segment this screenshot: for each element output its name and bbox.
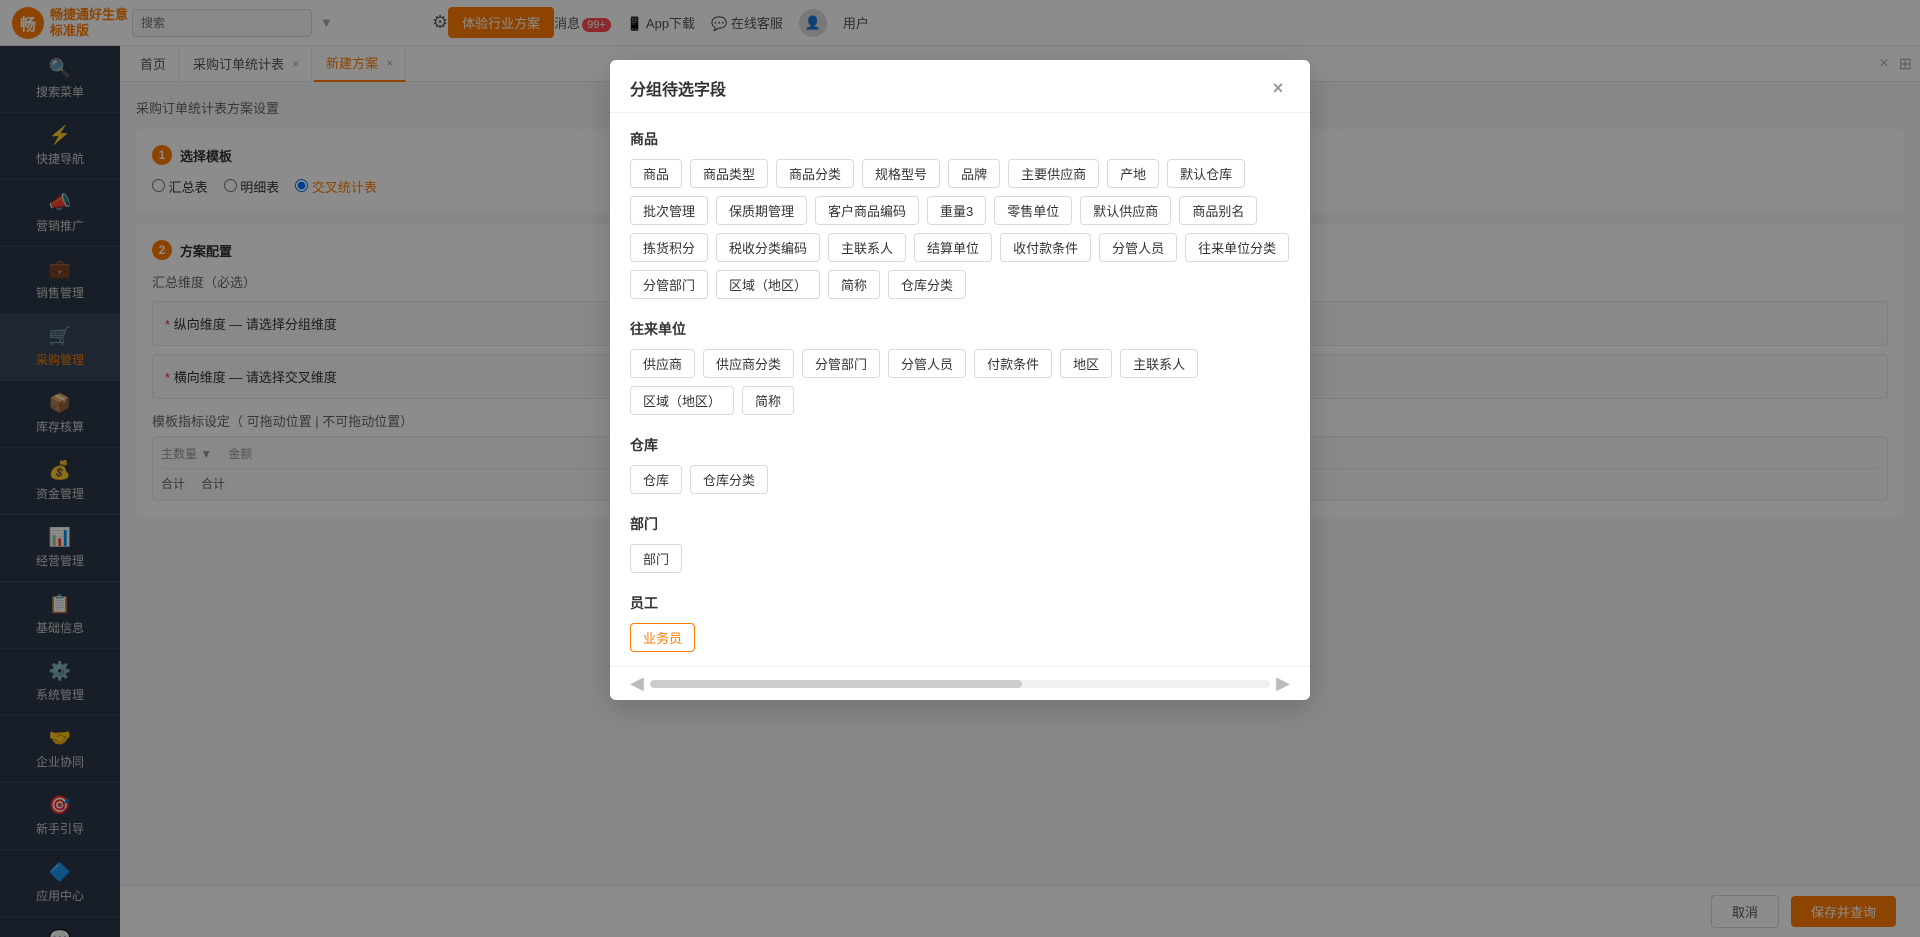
section-counterpart: 往来单位 供应商 供应商分类 分管部门 分管人员 付款条件 地区 主联系人 区域… [630, 319, 1290, 415]
field-payment-cond[interactable]: 付款条件 [974, 349, 1052, 378]
section-dept: 部门 部门 [630, 514, 1290, 573]
section-product: 商品 商品 商品类型 商品分类 规格型号 品牌 主要供应商 产地 默认仓库 批次… [630, 129, 1290, 299]
field-dept-manage[interactable]: 分管部门 [630, 270, 708, 299]
modal-field-select: 分组待选字段 × 商品 商品 商品类型 商品分类 规格型号 品牌 主要供应商 产… [610, 60, 1310, 700]
field-warehouse[interactable]: 仓库 [630, 465, 682, 494]
section-warehouse: 仓库 仓库 仓库分类 [630, 435, 1290, 494]
field-abbr-product[interactable]: 简称 [828, 270, 880, 299]
field-product[interactable]: 商品 [630, 159, 682, 188]
field-manager[interactable]: 分管人员 [1099, 233, 1177, 262]
field-brand[interactable]: 品牌 [948, 159, 1000, 188]
field-payment-terms[interactable]: 收付款条件 [1000, 233, 1091, 262]
field-batch-mgmt[interactable]: 批次管理 [630, 196, 708, 225]
horizontal-scrollbar[interactable] [650, 680, 1270, 688]
section-warehouse-fields: 仓库 仓库分类 [630, 465, 1290, 494]
field-main-supplier[interactable]: 主要供应商 [1008, 159, 1099, 188]
field-area[interactable]: 地区 [1060, 349, 1112, 378]
field-origin[interactable]: 产地 [1107, 159, 1159, 188]
field-counterpart-category[interactable]: 往来单位分类 [1185, 233, 1289, 262]
field-region-product[interactable]: 区域（地区） [716, 270, 820, 299]
section-employee-fields: 业务员 [630, 623, 1290, 652]
modal-scrollbar-area: ◀ ▶ [610, 666, 1310, 700]
field-product-category[interactable]: 商品分类 [776, 159, 854, 188]
section-warehouse-title: 仓库 [630, 435, 1290, 455]
section-counterpart-title: 往来单位 [630, 319, 1290, 339]
section-dept-fields: 部门 [630, 544, 1290, 573]
field-supplier-category[interactable]: 供应商分类 [703, 349, 794, 378]
section-dept-title: 部门 [630, 514, 1290, 534]
field-abbr-counterpart[interactable]: 简称 [742, 386, 794, 415]
field-default-warehouse[interactable]: 默认仓库 [1167, 159, 1245, 188]
field-dept-counterpart[interactable]: 分管部门 [802, 349, 880, 378]
field-spec-model[interactable]: 规格型号 [862, 159, 940, 188]
field-default-supplier[interactable]: 默认供应商 [1080, 196, 1171, 225]
field-dept[interactable]: 部门 [630, 544, 682, 573]
section-counterpart-fields: 供应商 供应商分类 分管部门 分管人员 付款条件 地区 主联系人 区域（地区） … [630, 349, 1290, 415]
overlay[interactable]: 分组待选字段 × 商品 商品 商品类型 商品分类 规格型号 品牌 主要供应商 产… [0, 0, 1920, 937]
field-pick-points[interactable]: 拣货积分 [630, 233, 708, 262]
field-tax-code[interactable]: 税收分类编码 [716, 233, 820, 262]
field-region-counterpart[interactable]: 区域（地区） [630, 386, 734, 415]
field-warehouse-category-product[interactable]: 仓库分类 [888, 270, 966, 299]
field-warehouse-category[interactable]: 仓库分类 [690, 465, 768, 494]
field-product-type[interactable]: 商品类型 [690, 159, 768, 188]
field-supplier[interactable]: 供应商 [630, 349, 695, 378]
field-salesperson[interactable]: 业务员 [630, 623, 695, 652]
field-product-alias[interactable]: 商品别名 [1179, 196, 1257, 225]
section-employee-title: 员工 [630, 593, 1290, 613]
field-weight3[interactable]: 重量3 [927, 196, 986, 225]
modal-close-button[interactable]: × [1266, 76, 1290, 100]
scroll-right-arrow[interactable]: ▶ [1276, 673, 1290, 694]
scroll-left-arrow[interactable]: ◀ [630, 673, 644, 694]
section-product-title: 商品 [630, 129, 1290, 149]
modal-body[interactable]: 商品 商品 商品类型 商品分类 规格型号 品牌 主要供应商 产地 默认仓库 批次… [610, 113, 1310, 666]
field-shelf-life[interactable]: 保质期管理 [716, 196, 807, 225]
field-customer-code[interactable]: 客户商品编码 [815, 196, 919, 225]
field-retail-unit[interactable]: 零售单位 [994, 196, 1072, 225]
section-product-fields: 商品 商品类型 商品分类 规格型号 品牌 主要供应商 产地 默认仓库 批次管理 … [630, 159, 1290, 299]
modal-title: 分组待选字段 [630, 76, 726, 100]
modal-header: 分组待选字段 × [610, 60, 1310, 113]
section-employee: 员工 业务员 [630, 593, 1290, 652]
field-main-contact-counterpart[interactable]: 主联系人 [1120, 349, 1198, 378]
field-manager-counterpart[interactable]: 分管人员 [888, 349, 966, 378]
horizontal-scrollbar-thumb [650, 680, 1022, 688]
field-main-contact[interactable]: 主联系人 [828, 233, 906, 262]
field-settle-unit[interactable]: 结算单位 [914, 233, 992, 262]
